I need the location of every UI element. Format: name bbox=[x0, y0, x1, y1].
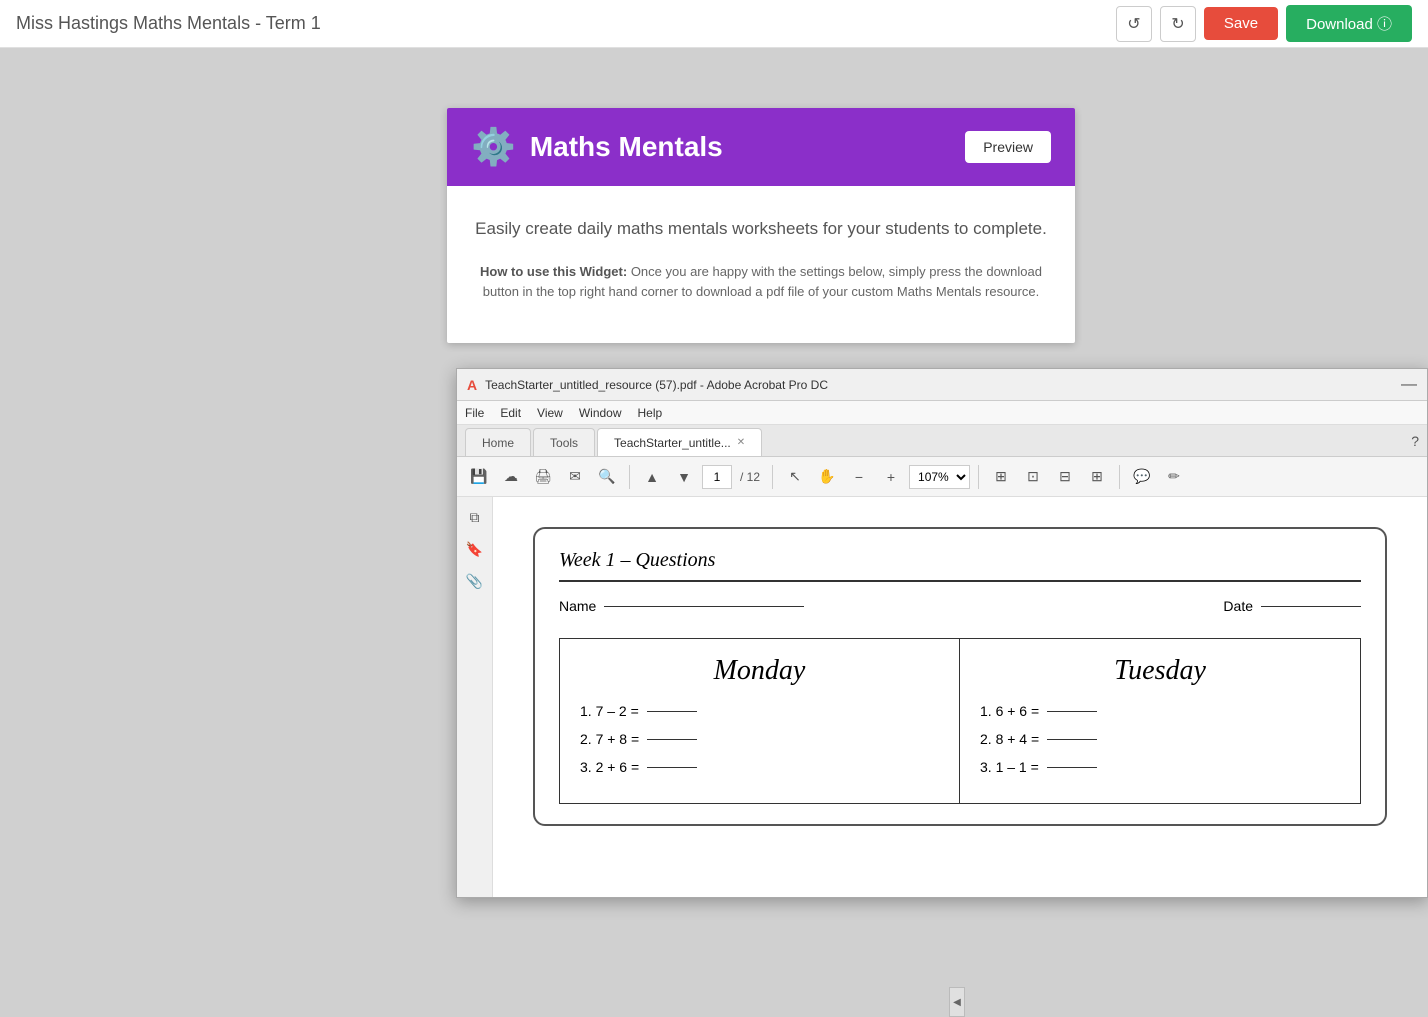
how-to-title: How to use this Widget: bbox=[480, 264, 627, 279]
page-number-input[interactable] bbox=[702, 465, 732, 489]
date-underline bbox=[1261, 606, 1361, 607]
widget-panel: ⚙️ Maths Mentals Preview Easily create d… bbox=[447, 108, 1075, 343]
name-label: Name bbox=[559, 598, 596, 614]
monday-q1-answer bbox=[647, 711, 697, 712]
sidebar-pages-icon[interactable]: ⧉ bbox=[463, 505, 487, 529]
tab-teachstarter-label: TeachStarter_untitle... bbox=[614, 436, 731, 450]
pdf-day-monday: Monday 1. 7 – 2 = 2. 7 + 8 = 3. 2 + 6 = bbox=[560, 639, 960, 803]
pdf-tabbar: Home Tools TeachStarter_untitle... ✕ ? bbox=[457, 425, 1427, 457]
sidebar-link-icon[interactable]: 📎 bbox=[463, 569, 487, 593]
widget-description: Easily create daily maths mentals worksh… bbox=[471, 216, 1051, 242]
pdf-name-date: Name Date bbox=[559, 598, 1361, 614]
zoom-select[interactable]: 107% 50% 75% 100% 150% 200% bbox=[909, 465, 970, 489]
gear-icon: ⚙️ bbox=[471, 126, 516, 168]
save-button[interactable]: Save bbox=[1204, 7, 1278, 40]
menu-file[interactable]: File bbox=[465, 406, 484, 420]
widget-header-left: ⚙️ Maths Mentals bbox=[471, 126, 723, 168]
name-underline bbox=[604, 606, 804, 607]
pdf-titlebar: A TeachStarter_untitled_resource (57).pd… bbox=[457, 369, 1427, 401]
tab-tools[interactable]: Tools bbox=[533, 428, 595, 456]
email-tool-button[interactable]: ✉ bbox=[561, 463, 589, 491]
pdf-days: Monday 1. 7 – 2 = 2. 7 + 8 = 3. 2 + 6 = bbox=[559, 638, 1361, 804]
tuesday-q1: 1. 6 + 6 = bbox=[980, 703, 1340, 719]
monday-q2-answer bbox=[647, 739, 697, 740]
pdf-help-icon[interactable]: ? bbox=[1411, 433, 1419, 449]
monday-title: Monday bbox=[580, 655, 939, 687]
pdf-sidebar: ⧉ 🔖 📎 bbox=[457, 497, 493, 897]
tab-close-icon[interactable]: ✕ bbox=[737, 437, 745, 448]
pdf-name-line: Name bbox=[559, 598, 804, 614]
upload-tool-button[interactable]: ☁ bbox=[497, 463, 525, 491]
page-title: Miss Hastings Maths Mentals - Term 1 bbox=[16, 13, 321, 34]
toolbar-sep-1 bbox=[629, 465, 630, 489]
toolbar-sep-2 bbox=[772, 465, 773, 489]
pdf-page-title: Week 1 – Questions bbox=[559, 549, 1361, 582]
pdf-toolbar: 💾 ☁ 🖨 ✉ 🔍 ▲ ▼ / 12 ↖ ✋ − + 107% 50% 75% … bbox=[457, 457, 1427, 497]
pdf-titlebar-left: A TeachStarter_untitled_resource (57).pd… bbox=[467, 377, 828, 393]
redo-button[interactable]: ↻ bbox=[1160, 6, 1196, 42]
tab-home[interactable]: Home bbox=[465, 428, 531, 456]
widget-instructions: How to use this Widget: Once you are hap… bbox=[471, 262, 1051, 304]
print-tool-button[interactable]: 🖨 bbox=[529, 463, 557, 491]
marquee-tool-button[interactable]: ⊞ bbox=[987, 463, 1015, 491]
tuesday-q2-answer bbox=[1047, 739, 1097, 740]
pdf-main: ⧉ 🔖 📎 ◀ Week 1 – Questions Name bbox=[457, 497, 1427, 897]
menu-window[interactable]: Window bbox=[579, 406, 622, 420]
monday-q1: 1. 7 – 2 = bbox=[580, 703, 939, 719]
monday-q3-answer bbox=[647, 767, 697, 768]
pdf-content: Week 1 – Questions Name Date bbox=[493, 497, 1427, 897]
save-tool-button[interactable]: 💾 bbox=[465, 463, 493, 491]
hand-tool-button[interactable]: ✋ bbox=[813, 463, 841, 491]
menu-edit[interactable]: Edit bbox=[500, 406, 521, 420]
widget-body: Easily create daily maths mentals worksh… bbox=[447, 186, 1075, 343]
pdf-day-tuesday: Tuesday 1. 6 + 6 = 2. 8 + 4 = 3. 1 – 1 = bbox=[960, 639, 1360, 803]
fit-page-button[interactable]: ⊡ bbox=[1019, 463, 1047, 491]
tuesday-q3-answer bbox=[1047, 767, 1097, 768]
cursor-tool-button[interactable]: ↖ bbox=[781, 463, 809, 491]
download-button[interactable]: Download ⓘ bbox=[1286, 5, 1412, 42]
date-label: Date bbox=[1223, 598, 1253, 614]
scroll-down-button[interactable]: ▼ bbox=[670, 463, 698, 491]
top-bar: Miss Hastings Maths Mentals - Term 1 ↺ ↻… bbox=[0, 0, 1428, 48]
search-tool-button[interactable]: 🔍 bbox=[593, 463, 621, 491]
undo-button[interactable]: ↺ bbox=[1116, 6, 1152, 42]
toolbar-sep-4 bbox=[1119, 465, 1120, 489]
tuesday-title: Tuesday bbox=[980, 655, 1340, 687]
pdf-window: A TeachStarter_untitled_resource (57).pd… bbox=[456, 368, 1428, 898]
widget-header: ⚙️ Maths Mentals Preview bbox=[447, 108, 1075, 186]
comment-button[interactable]: 💬 bbox=[1128, 463, 1156, 491]
top-bar-actions: ↺ ↻ Save Download ⓘ bbox=[1116, 5, 1412, 42]
pdf-page: Week 1 – Questions Name Date bbox=[493, 497, 1427, 897]
tab-teachstarter[interactable]: TeachStarter_untitle... ✕ bbox=[597, 428, 762, 456]
zoom-out-button[interactable]: − bbox=[845, 463, 873, 491]
page-total: / 12 bbox=[740, 470, 760, 484]
fit-width-button[interactable]: ⊟ bbox=[1051, 463, 1079, 491]
tuesday-q3: 3. 1 – 1 = bbox=[980, 759, 1340, 775]
tuesday-q2: 2. 8 + 4 = bbox=[980, 731, 1340, 747]
zoom-in-button[interactable]: + bbox=[877, 463, 905, 491]
pdf-title-text: TeachStarter_untitled_resource (57).pdf … bbox=[485, 378, 828, 392]
widget-title: Maths Mentals bbox=[530, 131, 723, 163]
main-area: ⚙️ Maths Mentals Preview Easily create d… bbox=[0, 48, 1428, 844]
monday-q3: 3. 2 + 6 = bbox=[580, 759, 939, 775]
sidebar-bookmark-icon[interactable]: 🔖 bbox=[463, 537, 487, 561]
pen-tool-button[interactable]: ✏ bbox=[1160, 463, 1188, 491]
scroll-up-button[interactable]: ▲ bbox=[638, 463, 666, 491]
form-tool-button[interactable]: ⊞ bbox=[1083, 463, 1111, 491]
pdf-app-icon: A bbox=[467, 377, 477, 393]
pdf-menubar: File Edit View Window Help bbox=[457, 401, 1427, 425]
toolbar-sep-3 bbox=[978, 465, 979, 489]
menu-help[interactable]: Help bbox=[638, 406, 663, 420]
pdf-minimize-button[interactable]: — bbox=[1401, 376, 1417, 394]
monday-q2: 2. 7 + 8 = bbox=[580, 731, 939, 747]
pdf-date-line: Date bbox=[1223, 598, 1361, 614]
menu-view[interactable]: View bbox=[537, 406, 563, 420]
tuesday-q1-answer bbox=[1047, 711, 1097, 712]
preview-button[interactable]: Preview bbox=[965, 131, 1051, 163]
